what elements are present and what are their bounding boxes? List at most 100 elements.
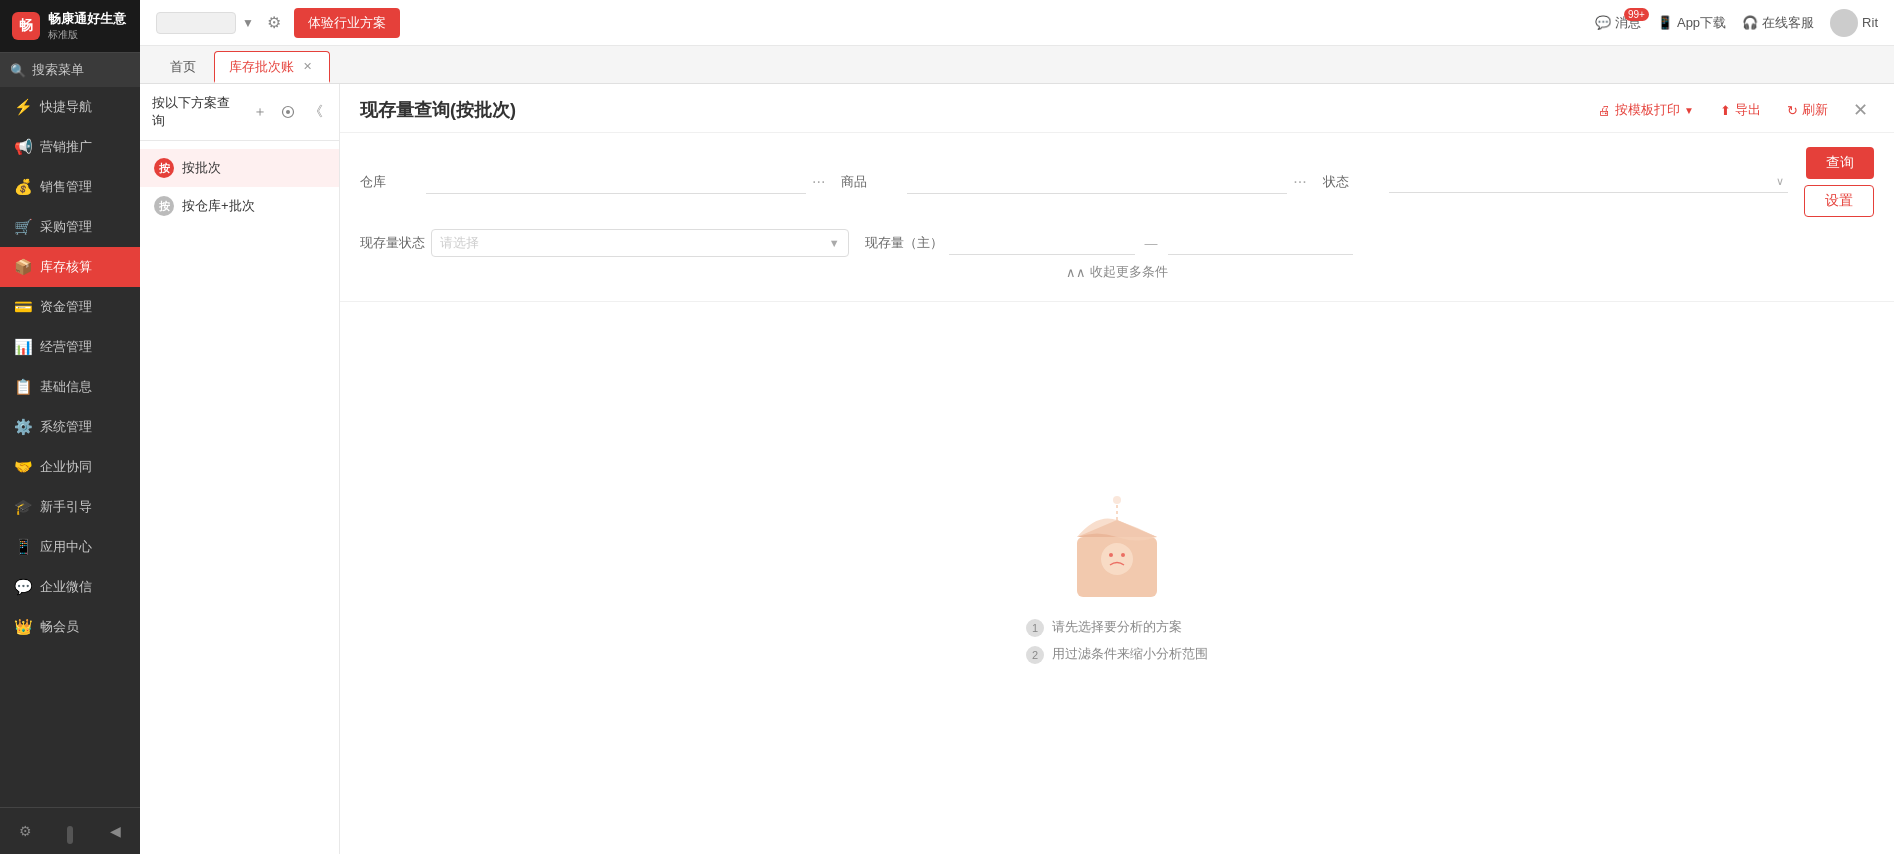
right-panel: 现存量查询(按批次) 🖨 按模板打印 ▼ ⬆ 导出 ↻ 刷新 (340, 84, 1894, 854)
goods-label: 商品 (841, 173, 901, 191)
settings-gear-btn[interactable]: ⚙ (14, 820, 36, 842)
export-btn[interactable]: ⬆ 导出 (1712, 97, 1769, 123)
sidebar-item-operations[interactable]: 📊 经营管理 (0, 327, 140, 367)
quick-nav-icon: ⚡ (14, 98, 32, 116)
purchase-icon: 🛒 (14, 218, 32, 236)
collapse-left-btn[interactable]: 《 (305, 101, 327, 123)
tip-text-2: 用过滤条件来缩小分析范围 (1052, 645, 1208, 663)
content-area: 按以下方案查询 ＋ 《 按 按批次 (140, 84, 1894, 854)
svg-point-7 (1113, 496, 1121, 504)
basic-icon: 📋 (14, 378, 32, 396)
message-btn[interactable]: 💬 消息 99+ (1595, 14, 1641, 32)
app-subtitle: 标准版 (48, 28, 126, 42)
message-icon: 💬 (1595, 15, 1611, 30)
svg-point-1 (286, 110, 290, 114)
search-menu-label: 搜索菜单 (32, 61, 84, 79)
main-area: ▼ ⚙ 体验行业方案 💬 消息 99+ 📱 App下载 🎧 在线客服 Ri (140, 0, 1894, 854)
sidebar-item-enterprise[interactable]: 🤝 企业协同 (0, 447, 140, 487)
inventory-icon: 📦 (14, 258, 32, 276)
sidebar-item-basic[interactable]: 📋 基础信息 (0, 367, 140, 407)
svg-point-3 (1101, 543, 1133, 575)
sidebar-item-label: 营销推广 (40, 138, 92, 156)
goods-input[interactable] (907, 170, 1287, 194)
app-download-btn[interactable]: 📱 App下载 (1657, 14, 1726, 32)
status-label: 状态 (1323, 173, 1383, 191)
home-tab-label: 首页 (170, 58, 196, 76)
sidebar-item-app-center[interactable]: 📱 应用中心 (0, 527, 140, 567)
online-service-btn[interactable]: 🎧 在线客服 (1742, 14, 1814, 32)
goods-field: 商品 ··· (841, 170, 1306, 194)
sidebar-item-label: 经营管理 (40, 338, 92, 356)
sales-icon: 💰 (14, 178, 32, 196)
sidebar-item-marketing[interactable]: 📢 营销推广 (0, 127, 140, 167)
user-name: Rit (1862, 15, 1878, 30)
sidebar-item-quick-nav[interactable]: ⚡ 快捷导航 (0, 87, 140, 127)
online-service-label: 在线客服 (1762, 14, 1814, 32)
left-panel: 按以下方案查询 ＋ 《 按 按批次 (140, 84, 340, 854)
trial-btn[interactable]: 体验行业方案 (294, 8, 400, 38)
stock-qty-field: 现存量（主） — (865, 231, 1354, 255)
sidebar-collapse-btn[interactable]: ◀ (104, 820, 126, 842)
scheme-item-by-warehouse-batch[interactable]: 按 按仓库+批次 (140, 187, 339, 225)
stock-qty-min-input[interactable] (949, 231, 1135, 255)
stock-status-field: 现存量状态 请选择 ▼ (360, 229, 849, 257)
scheme-label: 按仓库+批次 (182, 197, 255, 215)
goods-dots-btn[interactable]: ··· (1293, 173, 1306, 191)
collapse-label: 收起更多条件 (1090, 263, 1168, 281)
sidebar-item-purchase[interactable]: 🛒 采购管理 (0, 207, 140, 247)
app-logo: 畅 (12, 12, 40, 40)
sidebar-item-label: 快捷导航 (40, 98, 92, 116)
scheme-icon-gray: 按 (154, 196, 174, 216)
sidebar-footer: ⚙ ◀ (0, 807, 140, 854)
tab-home[interactable]: 首页 (156, 51, 210, 83)
sidebar-item-finance[interactable]: 💳 资金管理 (0, 287, 140, 327)
sidebar-item-system[interactable]: ⚙️ 系统管理 (0, 407, 140, 447)
page-title: 现存量查询(按批次) (360, 98, 516, 122)
breadcrumb-input[interactable] (156, 12, 236, 34)
add-scheme-btn[interactable]: ＋ (249, 101, 271, 123)
sidebar-item-sales[interactable]: 💰 销售管理 (0, 167, 140, 207)
stock-qty-dash: — (1141, 236, 1162, 251)
print-btn[interactable]: 🖨 按模板打印 ▼ (1590, 97, 1702, 123)
sidebar: 畅 畅康通好生意 标准版 🔍 搜索菜单 ⚡ 快捷导航 📢 营销推广 💰 销售管理… (0, 0, 140, 854)
tab-close-btn[interactable]: ✕ (300, 59, 315, 74)
sidebar-item-label: 畅会员 (40, 618, 79, 636)
warehouse-dots-btn[interactable]: ··· (812, 173, 825, 191)
print-label: 按模板打印 (1615, 101, 1680, 119)
refresh-btn[interactable]: ↻ 刷新 (1779, 97, 1836, 123)
query-btn[interactable]: 查询 (1806, 147, 1874, 179)
sidebar-item-wechat[interactable]: 💬 企业微信 (0, 567, 140, 607)
sidebar-item-guide[interactable]: 🎓 新手引导 (0, 487, 140, 527)
warehouse-input[interactable] (426, 170, 806, 194)
search-menu[interactable]: 🔍 搜索菜单 (0, 53, 140, 87)
collapse-bar[interactable]: ∧∧ 收起更多条件 (360, 257, 1874, 287)
user-area[interactable]: Rit (1830, 9, 1878, 37)
sidebar-item-inventory[interactable]: 📦 库存核算 (0, 247, 140, 287)
scheme-list: 按 按批次 按 按仓库+批次 (140, 141, 339, 233)
svg-point-4 (1109, 553, 1113, 557)
stock-qty-max-input[interactable] (1168, 231, 1354, 255)
sidebar-item-label: 基础信息 (40, 378, 92, 396)
settings-btn[interactable]: 设置 (1804, 185, 1874, 217)
left-panel-header: 按以下方案查询 ＋ 《 (140, 84, 339, 141)
finance-icon: 💳 (14, 298, 32, 316)
scheme-item-by-batch[interactable]: 按 按批次 (140, 149, 339, 187)
breadcrumb-dropdown-icon[interactable]: ▼ (242, 16, 254, 30)
export-icon: ⬆ (1720, 103, 1731, 118)
status-dropdown[interactable]: ∨ (1389, 171, 1788, 193)
sidebar-item-label: 库存核算 (40, 258, 92, 276)
stock-status-dropdown[interactable]: 请选择 ▼ (431, 229, 849, 257)
btn-column: 查询 设置 (1804, 147, 1874, 217)
collapse-up-icon: ∧∧ (1066, 265, 1086, 280)
sidebar-item-label: 销售管理 (40, 178, 92, 196)
operations-icon: 📊 (14, 338, 32, 356)
print-dropdown-icon[interactable]: ▼ (1684, 105, 1694, 116)
sidebar-scroll[interactable] (67, 826, 73, 844)
topbar-gear-btn[interactable]: ⚙ (260, 9, 288, 37)
sidebar-item-member[interactable]: 👑 畅会员 (0, 607, 140, 647)
empty-illustration (1057, 492, 1177, 602)
page-close-row (1862, 84, 1894, 104)
scheme-settings-btn[interactable] (277, 101, 299, 123)
tab-batch-inventory[interactable]: 库存批次账 ✕ (214, 51, 330, 83)
empty-svg (1057, 492, 1177, 602)
